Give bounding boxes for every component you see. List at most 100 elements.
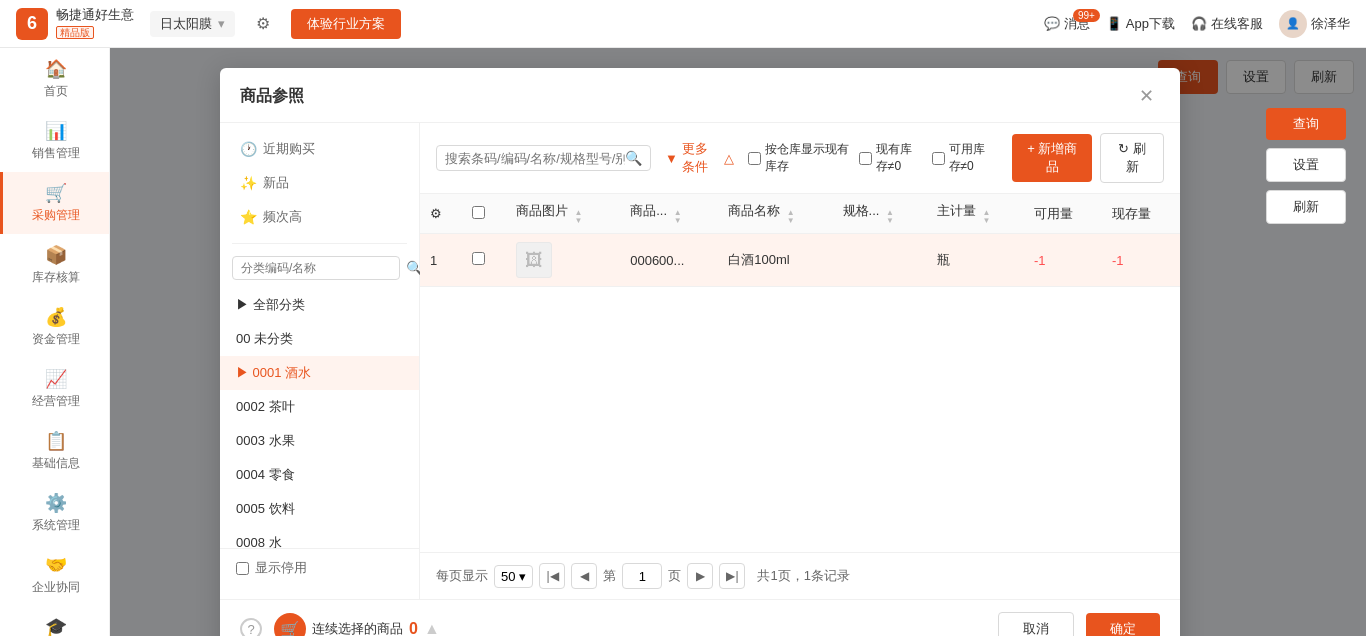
page-label: 第	[603, 567, 616, 585]
finance-icon: 💰	[45, 306, 67, 328]
category-search: 🔍 《	[220, 248, 419, 288]
col-stock: 现存量	[1102, 194, 1180, 234]
warehouse-filter[interactable]: 按仓库显示现有库存	[748, 141, 851, 175]
cat-item-drinks[interactable]: 0005 饮料	[220, 492, 419, 526]
stock-checkbox[interactable]	[859, 152, 872, 165]
cat-item-all[interactable]: ▶ 全部分类	[220, 288, 419, 322]
cat-item-tea[interactable]: 0002 茶叶	[220, 390, 419, 424]
bg-query-btn[interactable]: 查询	[1266, 108, 1346, 140]
cart-area[interactable]: 🛒 连续选择的商品 0 ▲	[274, 613, 440, 636]
sidebar-item-operations[interactable]: 📈 经营管理	[0, 358, 109, 420]
purchase-icon: 🛒	[45, 182, 67, 204]
row-index: 1	[420, 234, 462, 287]
message-nav-item[interactable]: 💬 消息 99+	[1044, 15, 1090, 33]
bg-settings-btn[interactable]: 设置	[1266, 148, 1346, 182]
row-unit: 瓶	[927, 234, 1024, 287]
available-checkbox[interactable]	[932, 152, 945, 165]
new-icon: ✨	[240, 175, 257, 191]
show-disabled-checkbox[interactable]	[236, 562, 249, 575]
image-icon: 🖼	[525, 250, 543, 271]
col-settings[interactable]: ⚙	[420, 194, 462, 234]
sidebar-item-sales[interactable]: 📊 销售管理	[0, 110, 109, 172]
refresh-button[interactable]: ↻ 刷新	[1100, 133, 1164, 183]
sidebar-item-system[interactable]: ⚙️ 系统管理	[0, 482, 109, 544]
pagination-info: 共1页，1条记录	[757, 567, 849, 585]
next-page-button[interactable]: ▶	[687, 563, 713, 589]
cat-item-alcohol[interactable]: ▶ 0001 酒水	[220, 356, 419, 390]
chevron-down-icon: ▾	[519, 569, 526, 584]
last-page-button[interactable]: ▶|	[719, 563, 745, 589]
top-nav: 6 畅捷通好生意 精品版 日太阳膜 ▾ ⚙ 体验行业方案 💬 消息 99+ 📱 …	[0, 0, 1366, 48]
continuous-label: 连续选择的商品	[312, 620, 403, 636]
row-select-checkbox[interactable]	[472, 252, 485, 265]
service-nav-item[interactable]: 🎧 在线客服	[1191, 15, 1263, 33]
chevron-up-icon: △	[724, 151, 734, 166]
row-available: -1	[1024, 234, 1102, 287]
quick-nav-new[interactable]: ✨ 新品	[232, 169, 407, 197]
available-filter[interactable]: 可用库存≠0	[932, 141, 997, 175]
sidebar-item-purchase[interactable]: 🛒 采购管理	[0, 172, 109, 234]
help-icon[interactable]: ?	[240, 618, 262, 636]
store-selector[interactable]: 日太阳膜 ▾	[150, 11, 235, 37]
per-page-select[interactable]: 50 ▾	[494, 565, 533, 588]
operations-icon: 📈	[45, 368, 67, 390]
logo-area: 6 畅捷通好生意 精品版	[16, 7, 134, 41]
add-product-button[interactable]: + 新增商品	[1012, 134, 1092, 182]
sidebar-item-collaboration[interactable]: 🤝 企业协同	[0, 544, 109, 606]
cancel-button[interactable]: 取消	[998, 612, 1074, 636]
confirm-button[interactable]: 确定	[1086, 613, 1160, 636]
category-search-input[interactable]	[232, 256, 400, 280]
content-area: 查询 设置 刷新 商品参照 ✕	[110, 48, 1366, 636]
system-icon: ⚙️	[45, 492, 67, 514]
sidebar-item-basic-info[interactable]: 📋 基础信息	[0, 420, 109, 482]
nav-right: 💬 消息 99+ 📱 App下载 🎧 在线客服 👤 徐泽华	[1044, 10, 1350, 38]
col-name: 商品名称 ▲▼	[718, 194, 832, 234]
table-row[interactable]: 1 🖼 000600... 白酒100ml	[420, 234, 1180, 287]
prev-page-button[interactable]: ◀	[571, 563, 597, 589]
row-checkbox[interactable]	[462, 234, 506, 287]
sidebar-item-home[interactable]: 🏠 首页	[0, 48, 109, 110]
first-page-button[interactable]: |◀	[539, 563, 565, 589]
show-disabled-area: 显示停用	[220, 548, 419, 587]
star-icon: ⭐	[240, 209, 257, 225]
settings-icon[interactable]: ⚙	[247, 8, 279, 40]
cat-item-snacks[interactable]: 0004 零食	[220, 458, 419, 492]
filter-icon: ▼	[665, 151, 678, 166]
product-search-icon[interactable]: 🔍	[625, 150, 642, 166]
mobile-icon: 📱	[1106, 16, 1122, 31]
warehouse-checkbox[interactable]	[748, 152, 761, 165]
stock-filter[interactable]: 现有库存≠0	[859, 141, 924, 175]
quick-nav-frequent[interactable]: ⭐ 频次高	[232, 203, 407, 231]
bg-refresh-btn[interactable]: 刷新	[1266, 190, 1346, 224]
select-all-checkbox[interactable]	[472, 206, 485, 219]
guide-icon: 🎓	[45, 616, 67, 636]
col-checkbox[interactable]	[462, 194, 506, 234]
sidebar-item-guide[interactable]: 🎓 新手引导	[0, 606, 109, 636]
message-icon: 💬	[1044, 16, 1060, 31]
product-table-wrapper: ⚙ 商品图片 ▲▼ 商品... ▲▼	[420, 194, 1180, 552]
app-download-nav-item[interactable]: 📱 App下载	[1106, 15, 1175, 33]
show-disabled-label[interactable]: 显示停用	[255, 559, 307, 577]
cat-item-water[interactable]: 0008 水	[220, 526, 419, 548]
logo-icon: 6	[16, 8, 48, 40]
sidebar-item-inventory[interactable]: 📦 库存核算	[0, 234, 109, 296]
page-suffix: 页	[668, 567, 681, 585]
page-input[interactable]	[622, 563, 662, 589]
avatar: 👤	[1279, 10, 1307, 38]
more-filter-button[interactable]: ▼ 更多条件 △	[659, 136, 740, 180]
inventory-icon: 📦	[45, 244, 67, 266]
user-nav-item[interactable]: 👤 徐泽华	[1279, 10, 1350, 38]
cat-item-fruit[interactable]: 0003 水果	[220, 424, 419, 458]
basic-info-icon: 📋	[45, 430, 67, 452]
chevron-down-icon: ▾	[218, 16, 225, 31]
experience-button[interactable]: 体验行业方案	[291, 9, 401, 39]
collapse-cart-icon[interactable]: ▲	[424, 620, 440, 636]
product-search-input[interactable]	[445, 151, 625, 166]
modal-close-button[interactable]: ✕	[1132, 82, 1160, 110]
clock-icon: 🕐	[240, 141, 257, 157]
sort-icon-spec: ▲▼	[886, 209, 894, 225]
quick-nav-recent[interactable]: 🕐 近期购买	[232, 135, 407, 163]
cat-item-uncategorized[interactable]: 00 未分类	[220, 322, 419, 356]
collab-icon: 🤝	[45, 554, 67, 576]
sidebar-item-finance[interactable]: 💰 资金管理	[0, 296, 109, 358]
